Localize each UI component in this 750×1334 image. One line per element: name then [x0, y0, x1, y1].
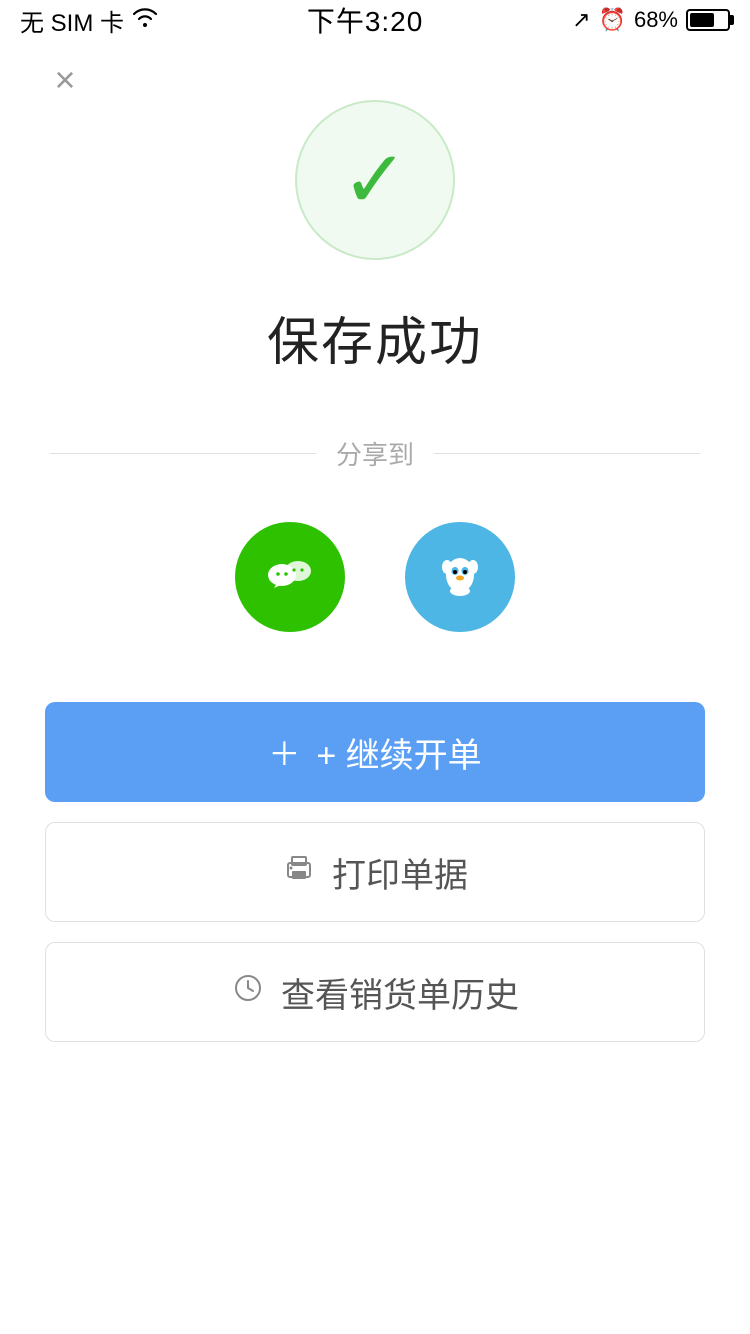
- share-label: 分享到: [316, 435, 434, 472]
- qq-icon: [430, 547, 490, 607]
- close-icon: ×: [54, 62, 75, 98]
- carrier-text: 无 SIM 卡: [20, 3, 124, 38]
- history-label: 查看销货单历史: [281, 968, 519, 1017]
- alarm-icon: ⏰: [599, 7, 626, 33]
- history-icon: [231, 971, 265, 1013]
- wechat-share-button[interactable]: [235, 522, 345, 632]
- battery-percent: 68%: [634, 7, 678, 33]
- action-buttons: ＋ + 继续开单 打印单据 查看销货单历: [45, 702, 705, 1042]
- plus-icon: ＋: [268, 729, 300, 775]
- status-bar: 无 SIM 卡 下午3:20 ↗ ⏰ 68%: [0, 0, 750, 40]
- qq-share-button[interactable]: [405, 522, 515, 632]
- share-icons-row: [235, 522, 515, 632]
- wifi-icon: [132, 6, 158, 34]
- divider-left: [50, 453, 316, 454]
- checkmark-icon: ✓: [341, 140, 408, 220]
- status-indicators: ↗ ⏰ 68%: [572, 7, 730, 33]
- battery-icon: [686, 9, 730, 31]
- history-button[interactable]: 查看销货单历史: [45, 942, 705, 1042]
- success-circle: ✓: [295, 100, 455, 260]
- status-time: 下午3:20: [307, 0, 424, 40]
- print-icon: [282, 851, 316, 893]
- close-button[interactable]: ×: [40, 55, 90, 105]
- continue-button[interactable]: ＋ + 继续开单: [45, 702, 705, 802]
- share-divider: 分享到: [0, 435, 750, 472]
- main-content: ✓ 保存成功 分享到: [0, 40, 750, 1042]
- success-title: 保存成功: [267, 300, 483, 375]
- location-icon: ↗: [572, 7, 590, 33]
- divider-right: [434, 453, 700, 454]
- wechat-icon: [260, 547, 320, 607]
- print-button[interactable]: 打印单据: [45, 822, 705, 922]
- print-label: 打印单据: [332, 848, 468, 897]
- continue-label: + 继续开单: [316, 728, 481, 777]
- status-carrier: 无 SIM 卡: [20, 3, 158, 38]
